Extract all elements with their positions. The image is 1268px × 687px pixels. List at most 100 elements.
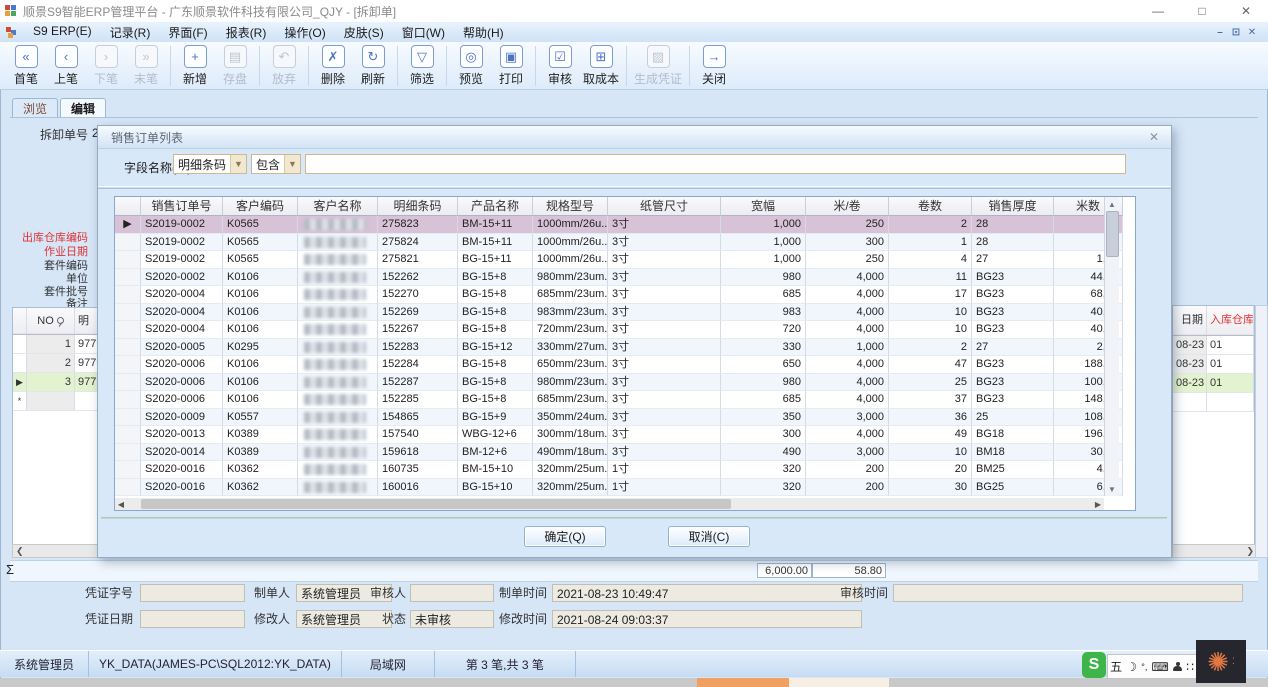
menu-item-operate[interactable]: 操作(O) bbox=[275, 21, 334, 44]
table-row[interactable]: ▶397792 bbox=[13, 373, 106, 392]
scroll-right-icon[interactable]: ▶ bbox=[1092, 500, 1104, 509]
table-row[interactable]: S2020-0004K0106152267BG-15+8720mm/23um..… bbox=[115, 321, 1123, 339]
tile-dots-icon: ⁚ bbox=[1232, 657, 1235, 667]
toolbar-button-print[interactable]: ▣打印 bbox=[491, 44, 531, 88]
table-row[interactable]: S2020-0013K0389157540WBG-12+6300mm/18um.… bbox=[115, 426, 1123, 444]
ime-wubi-icon[interactable]: 五 bbox=[1110, 658, 1122, 675]
cell-tube-size: 3寸 bbox=[608, 356, 721, 374]
column-header-customer-code[interactable]: 客户编码 bbox=[223, 197, 298, 216]
table-row[interactable]: 08-2301 bbox=[1173, 336, 1254, 355]
toolbar-button-refresh[interactable]: ↻刷新 bbox=[353, 44, 393, 88]
column-header-meters-per-roll[interactable]: 米/卷 bbox=[806, 197, 889, 216]
toolbar-button-first[interactable]: «首笔 bbox=[6, 44, 46, 88]
sales-order-grid: 销售订单号客户编码客户名称明细条码产品名称规格型号纸管尺寸宽幅米/卷卷数销售厚度… bbox=[114, 196, 1136, 511]
minimize-icon[interactable]: — bbox=[1136, 0, 1180, 22]
filter-operator-value: 包含 bbox=[252, 156, 284, 173]
table-row[interactable]: 08-2301 bbox=[1173, 374, 1254, 393]
column-header-order-no[interactable]: 销售订单号 bbox=[141, 197, 223, 216]
table-row[interactable]: S2020-0002K0106152262BG-15+8980mm/23um..… bbox=[115, 269, 1123, 287]
table-row[interactable]: S2020-0006K0106152285BG-15+8685mm/23um..… bbox=[115, 391, 1123, 409]
column-header-width[interactable]: 宽幅 bbox=[721, 197, 806, 216]
mdi-close-icon[interactable]: ✕ bbox=[1244, 27, 1260, 38]
toolbar-button-audit[interactable]: ☑审核 bbox=[540, 44, 580, 88]
cell-order-no: S2020-0005 bbox=[141, 339, 223, 357]
filter-field-select[interactable]: 明细条码 ▼ bbox=[173, 154, 247, 174]
menu-item-record[interactable]: 记录(R) bbox=[101, 21, 160, 44]
toolbar-button-delete[interactable]: ✗删除 bbox=[313, 44, 353, 88]
ok-button[interactable]: 确定(Q) bbox=[524, 526, 606, 547]
ime-badge-icon[interactable]: S bbox=[1082, 652, 1106, 678]
ime-person-icon[interactable] bbox=[1173, 662, 1182, 672]
menu-item-s9erp[interactable]: S9 ERP(E) bbox=[24, 21, 101, 44]
tab-edit[interactable]: 编辑 bbox=[60, 98, 106, 118]
ime-toolbox-icon[interactable]: ∷ bbox=[1186, 660, 1194, 674]
mdi-restore-icon[interactable]: ⊡ bbox=[1228, 27, 1244, 38]
tab-browse[interactable]: 浏览 bbox=[12, 98, 58, 118]
table-row[interactable]: S2020-0014K0389159618BM-12+6490mm/18um..… bbox=[115, 444, 1123, 462]
scroll-down-icon[interactable]: ▼ bbox=[1105, 482, 1119, 496]
main-vscrollbar[interactable] bbox=[1255, 305, 1268, 558]
table-row[interactable]: 297792 bbox=[13, 354, 106, 373]
table-row[interactable]: S2020-0006K0106152284BG-15+8650mm/23um..… bbox=[115, 356, 1123, 374]
hscroll-thumb[interactable] bbox=[141, 499, 731, 509]
column-header-thickness[interactable]: 销售厚度 bbox=[972, 197, 1054, 216]
grid-hscrollbar[interactable]: ◀ ▶ bbox=[115, 498, 1104, 510]
table-row[interactable]: S2020-0016K0362160016BG-15+10320mm/25um.… bbox=[115, 479, 1123, 497]
toolbar-button-prev[interactable]: ‹上笔 bbox=[46, 44, 86, 88]
table-row[interactable]: * bbox=[13, 392, 106, 411]
column-header-tube-size[interactable]: 纸管尺寸 bbox=[608, 197, 721, 216]
toolbar-button-close[interactable]: →关闭 bbox=[694, 44, 734, 88]
chevron-down-icon[interactable]: ▼ bbox=[284, 155, 300, 173]
mdi-minimize-icon[interactable]: – bbox=[1212, 27, 1228, 38]
taskbar-item-active[interactable] bbox=[697, 678, 789, 687]
vscroll-thumb[interactable] bbox=[1106, 211, 1119, 257]
column-header-spec-model[interactable]: 规格型号 bbox=[533, 197, 608, 216]
column-header-customer-name[interactable]: 客户名称 bbox=[298, 197, 378, 216]
menu-item-window[interactable]: 窗口(W) bbox=[393, 21, 454, 44]
ime-moon-icon[interactable]: ☽ bbox=[1126, 660, 1137, 674]
ime-punct-icon[interactable]: °, bbox=[1141, 662, 1147, 672]
scroll-left-icon[interactable]: ◀ bbox=[115, 500, 127, 509]
toolbar-button-filter[interactable]: ▽筛选 bbox=[402, 44, 442, 88]
table-row[interactable]: S2019-0002K0565275824BM-15+111000mm/26u.… bbox=[115, 234, 1123, 252]
dialog-close-icon[interactable]: ✕ bbox=[1149, 130, 1159, 144]
table-row[interactable]: S2020-0005K0295152283BG-15+12330mm/27um.… bbox=[115, 339, 1123, 357]
menu-item-skin[interactable]: 皮肤(S) bbox=[335, 21, 393, 44]
toolbar-button-preview[interactable]: ◎预览 bbox=[451, 44, 491, 88]
column-header-detail-barcode[interactable]: 明细条码 bbox=[378, 197, 458, 216]
toolbar-button-add[interactable]: +新增 bbox=[175, 44, 215, 88]
filter-value-input[interactable] bbox=[305, 154, 1126, 174]
app-tile[interactable]: ✺ ⁚ bbox=[1196, 640, 1246, 683]
maximize-icon[interactable]: □ bbox=[1180, 0, 1224, 22]
table-row[interactable]: 08-2301 bbox=[1173, 355, 1254, 374]
right-grid-hscrollbar[interactable]: ❯ bbox=[1172, 544, 1258, 558]
cancel-button[interactable]: 取消(C) bbox=[668, 526, 750, 547]
close-icon[interactable]: ✕ bbox=[1224, 0, 1268, 22]
row-marker-cell bbox=[13, 354, 27, 373]
chevron-down-icon[interactable]: ▼ bbox=[230, 155, 246, 173]
filter-operator-select[interactable]: 包含 ▼ bbox=[251, 154, 301, 174]
table-row[interactable]: S2019-0002K0565275821BG-15+111000mm/26u.… bbox=[115, 251, 1123, 269]
column-header-product-name[interactable]: 产品名称 bbox=[458, 197, 533, 216]
table-row[interactable]: S2020-0016K0362160735BM-15+10320mm/25um.… bbox=[115, 461, 1123, 479]
scroll-up-icon[interactable]: ▲ bbox=[1105, 197, 1119, 211]
table-row[interactable]: S2020-0004K0106152270BG-15+8685mm/23um..… bbox=[115, 286, 1123, 304]
table-row[interactable]: S2020-0009K0557154865BG-15+9350mm/24um..… bbox=[115, 409, 1123, 427]
table-row[interactable]: S2020-0004K0106152269BG-15+8983mm/23um..… bbox=[115, 304, 1123, 322]
table-row[interactable]: S2020-0006K0106152287BG-15+8980mm/23um..… bbox=[115, 374, 1123, 392]
table-row[interactable] bbox=[1173, 393, 1254, 412]
toolbar-button-get-cost[interactable]: ⊞取成本 bbox=[580, 44, 622, 88]
menu-item-report[interactable]: 报表(R) bbox=[217, 21, 276, 44]
menu-item-interface[interactable]: 界面(F) bbox=[159, 21, 216, 44]
table-row[interactable]: 197792 bbox=[13, 335, 106, 354]
menu-item-help[interactable]: 帮助(H) bbox=[454, 21, 513, 44]
left-grid-hscrollbar[interactable]: ❮ bbox=[12, 544, 110, 558]
ime-keyboard-icon[interactable]: ⌨ bbox=[1152, 660, 1169, 674]
table-row[interactable]: ▶S2019-0002K0565275823BM-15+111000mm/26u… bbox=[115, 216, 1123, 234]
filter-field-value: 明细条码 bbox=[174, 156, 230, 173]
taskbar-item[interactable] bbox=[789, 678, 889, 687]
column-header-rolls[interactable]: 卷数 bbox=[889, 197, 972, 216]
grid-vscrollbar[interactable]: ▲ ▼ bbox=[1104, 197, 1119, 496]
cell-detail-barcode: 160016 bbox=[378, 479, 458, 497]
column-header-row-marker[interactable] bbox=[115, 197, 141, 216]
